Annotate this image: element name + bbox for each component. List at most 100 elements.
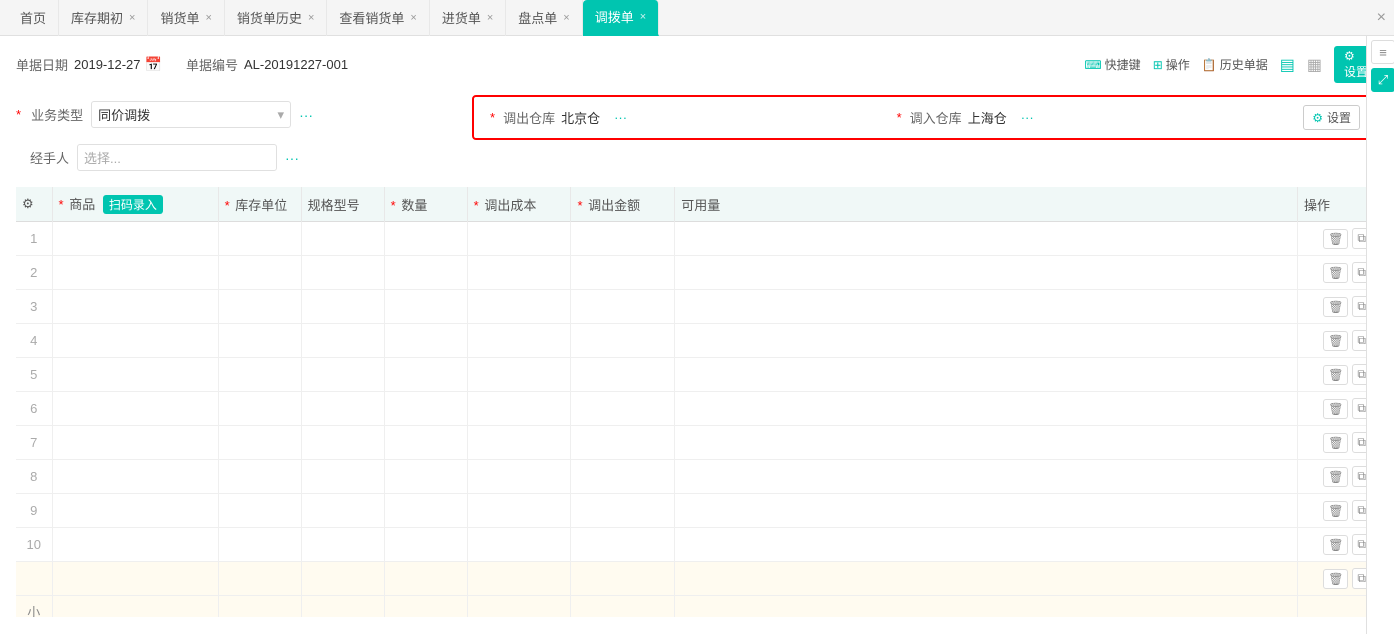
amount-cell[interactable] bbox=[571, 324, 675, 358]
out-warehouse-value[interactable]: 北京仓 bbox=[561, 108, 600, 127]
product-cell[interactable] bbox=[52, 324, 218, 358]
unit-cell[interactable] bbox=[218, 562, 301, 596]
handler-field[interactable]: 选择... bbox=[77, 144, 277, 171]
delete-row-button[interactable]: 🗑 bbox=[1323, 467, 1348, 487]
tab-close-purchase[interactable]: × bbox=[487, 12, 493, 24]
qty-cell[interactable] bbox=[384, 290, 467, 324]
table-gear-icon[interactable]: ⚙ bbox=[22, 196, 34, 211]
tab-stock-init[interactable]: 库存期初 × bbox=[59, 0, 148, 36]
in-warehouse-more-icon[interactable]: ··· bbox=[1021, 110, 1280, 125]
cost-cell[interactable] bbox=[467, 358, 571, 392]
product-cell[interactable] bbox=[52, 528, 218, 562]
shortcut-btn[interactable]: ⌨ 快捷键 bbox=[1084, 56, 1140, 73]
spec-cell[interactable] bbox=[301, 460, 384, 494]
amount-cell[interactable] bbox=[571, 290, 675, 324]
unit-cell[interactable] bbox=[218, 460, 301, 494]
window-close-button[interactable]: × bbox=[1377, 9, 1386, 27]
amount-cell[interactable] bbox=[571, 222, 675, 256]
cost-cell[interactable] bbox=[467, 392, 571, 426]
qty-cell[interactable] bbox=[384, 358, 467, 392]
delete-row-button[interactable]: 🗑 bbox=[1323, 263, 1348, 283]
delete-row-button[interactable]: 🗑 bbox=[1323, 297, 1348, 317]
cost-cell[interactable] bbox=[467, 256, 571, 290]
delete-row-button[interactable]: 🗑 bbox=[1323, 569, 1348, 589]
qty-cell[interactable] bbox=[384, 426, 467, 460]
cost-cell[interactable] bbox=[467, 324, 571, 358]
unit-cell[interactable] bbox=[218, 494, 301, 528]
spec-cell[interactable] bbox=[301, 392, 384, 426]
out-warehouse-more-icon[interactable]: ··· bbox=[614, 110, 873, 125]
panel-expand-button[interactable]: ⤢ bbox=[1371, 68, 1394, 92]
business-type-more-icon[interactable]: ··· bbox=[299, 107, 313, 123]
qty-cell[interactable] bbox=[384, 324, 467, 358]
delete-row-button[interactable]: 🗑 bbox=[1323, 535, 1348, 555]
product-cell[interactable] bbox=[52, 392, 218, 426]
amount-cell[interactable] bbox=[571, 426, 675, 460]
product-cell[interactable] bbox=[52, 426, 218, 460]
tab-close-inventory[interactable]: × bbox=[563, 12, 569, 24]
business-type-field[interactable]: 同价调拨 ▾ bbox=[91, 101, 291, 128]
amount-cell[interactable] bbox=[571, 392, 675, 426]
unit-cell[interactable] bbox=[218, 222, 301, 256]
delete-row-button[interactable]: 🗑 bbox=[1323, 331, 1348, 351]
warehouse-settings-button[interactable]: ⚙ 设置 bbox=[1303, 105, 1360, 130]
cost-cell[interactable] bbox=[467, 290, 571, 324]
unit-cell[interactable] bbox=[218, 392, 301, 426]
unit-cell[interactable] bbox=[218, 256, 301, 290]
unit-cell[interactable] bbox=[218, 290, 301, 324]
delete-row-button[interactable]: 🗑 bbox=[1323, 399, 1348, 419]
cost-cell[interactable] bbox=[467, 426, 571, 460]
cost-cell[interactable] bbox=[467, 528, 571, 562]
qty-cell[interactable] bbox=[384, 494, 467, 528]
qty-cell[interactable] bbox=[384, 460, 467, 494]
spec-cell[interactable] bbox=[301, 222, 384, 256]
operations-btn[interactable]: ⊞ 操作 bbox=[1153, 56, 1190, 73]
panel-list-button[interactable]: ≡ bbox=[1371, 40, 1394, 64]
cost-cell[interactable] bbox=[467, 494, 571, 528]
delete-row-button[interactable]: 🗑 bbox=[1323, 365, 1348, 385]
tab-purchase[interactable]: 进货单 × bbox=[430, 0, 506, 36]
product-cell[interactable] bbox=[52, 358, 218, 392]
tab-sales-history[interactable]: 销货单历史 × bbox=[225, 0, 327, 36]
amount-cell[interactable] bbox=[571, 562, 675, 596]
history-btn[interactable]: 📋 历史单据 bbox=[1202, 56, 1268, 73]
amount-cell[interactable] bbox=[571, 528, 675, 562]
unit-cell[interactable] bbox=[218, 426, 301, 460]
spec-cell[interactable] bbox=[301, 358, 384, 392]
tab-close-stock-init[interactable]: × bbox=[129, 12, 135, 24]
qty-cell[interactable] bbox=[384, 528, 467, 562]
amount-cell[interactable] bbox=[571, 494, 675, 528]
in-warehouse-value[interactable]: 上海仓 bbox=[968, 108, 1007, 127]
tab-home[interactable]: 首页 bbox=[8, 0, 59, 36]
product-cell[interactable] bbox=[52, 256, 218, 290]
layout2-icon[interactable]: ▦ bbox=[1307, 55, 1322, 75]
qty-cell[interactable] bbox=[384, 222, 467, 256]
date-value[interactable]: 2019-12-27 bbox=[74, 57, 141, 72]
cost-cell[interactable] bbox=[467, 222, 571, 256]
spec-cell[interactable] bbox=[301, 528, 384, 562]
amount-cell[interactable] bbox=[571, 460, 675, 494]
business-type-dropdown-icon[interactable]: ▾ bbox=[278, 107, 285, 123]
handler-more-icon[interactable]: ··· bbox=[285, 150, 299, 166]
delete-row-button[interactable]: 🗑 bbox=[1323, 501, 1348, 521]
tab-transfer[interactable]: 调拨单 × bbox=[583, 0, 659, 36]
tab-close-sales-history[interactable]: × bbox=[308, 12, 314, 24]
spec-cell[interactable] bbox=[301, 324, 384, 358]
tab-inventory[interactable]: 盘点单 × bbox=[506, 0, 582, 36]
scan-entry-button[interactable]: 扫码录入 bbox=[103, 195, 163, 214]
cost-cell[interactable] bbox=[467, 460, 571, 494]
layout1-icon[interactable]: ▤ bbox=[1280, 55, 1295, 75]
qty-cell[interactable] bbox=[384, 392, 467, 426]
product-cell[interactable] bbox=[52, 290, 218, 324]
delete-row-button[interactable]: 🗑 bbox=[1323, 229, 1348, 249]
tab-close-view-sales[interactable]: × bbox=[410, 12, 416, 24]
product-cell[interactable] bbox=[52, 222, 218, 256]
spec-cell[interactable] bbox=[301, 256, 384, 290]
qty-cell[interactable] bbox=[384, 562, 467, 596]
product-cell[interactable] bbox=[52, 494, 218, 528]
tab-sales-order[interactable]: 销货单 × bbox=[148, 0, 224, 36]
qty-cell[interactable] bbox=[384, 256, 467, 290]
product-cell[interactable] bbox=[52, 460, 218, 494]
unit-cell[interactable] bbox=[218, 358, 301, 392]
spec-cell[interactable] bbox=[301, 562, 384, 596]
